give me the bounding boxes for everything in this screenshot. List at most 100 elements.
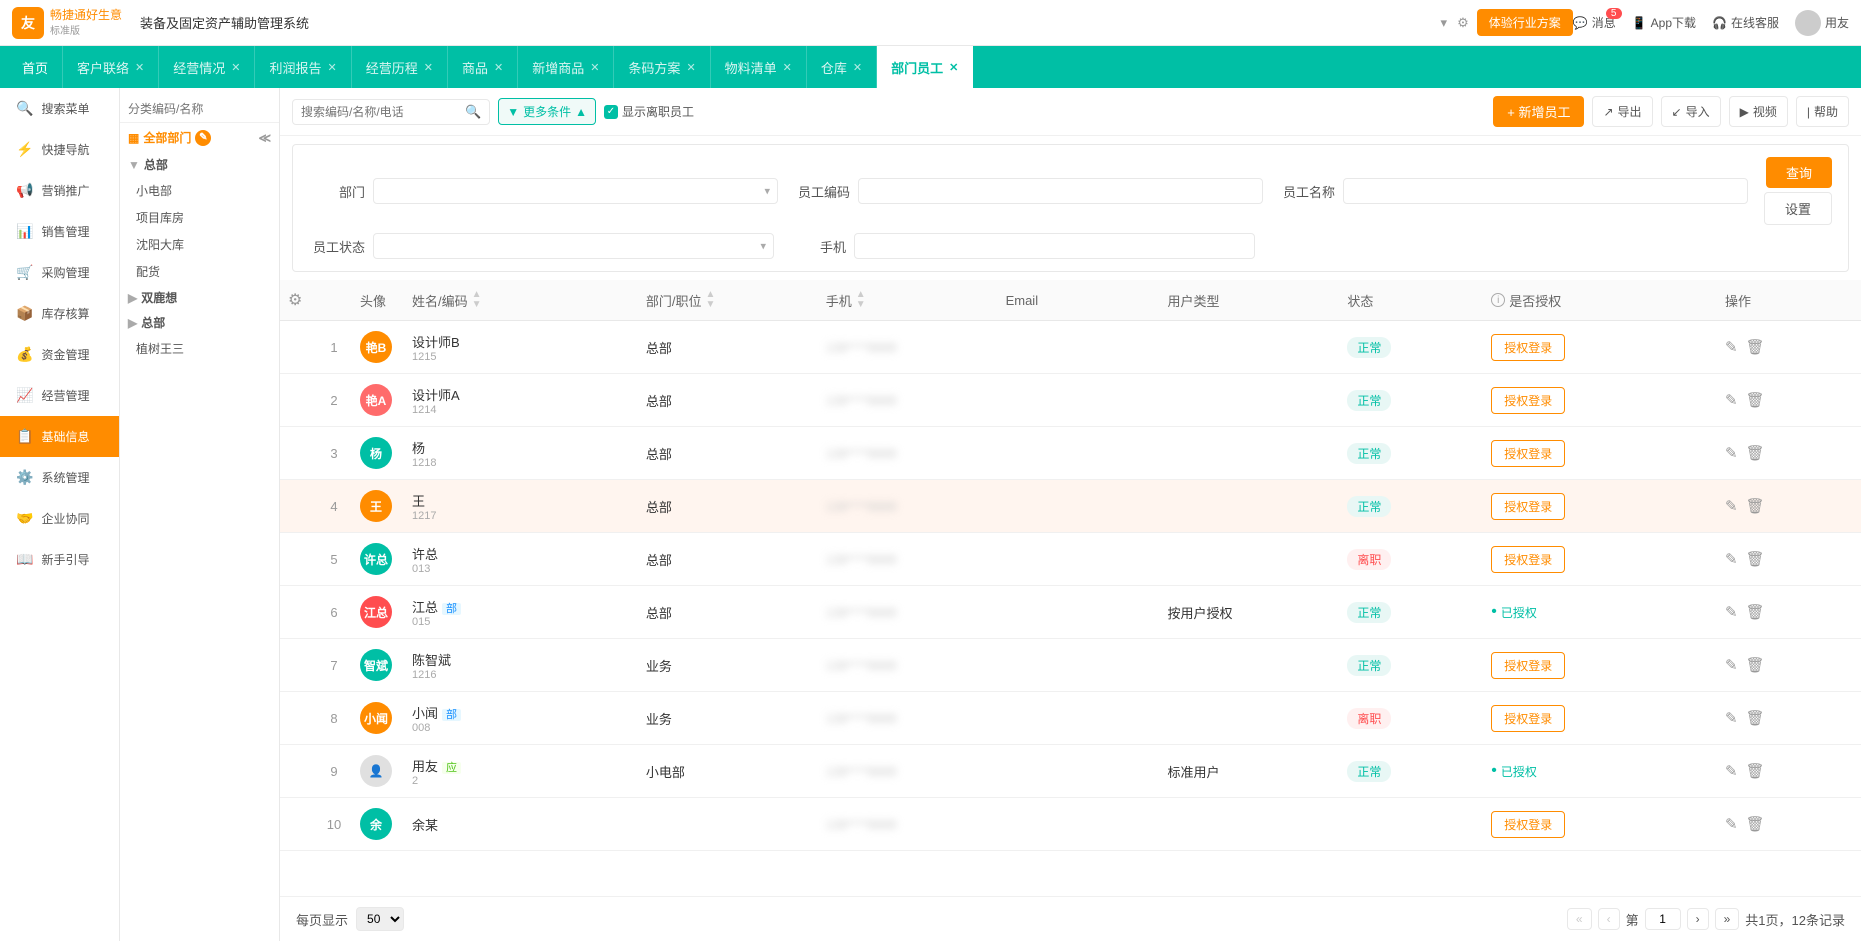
auth-login-button[interactable]: 授权登录 — [1491, 652, 1565, 679]
delete-icon[interactable]: 🗑 — [1746, 656, 1765, 674]
sidebar-item-inventory[interactable]: 📦 库存核算 — [0, 293, 119, 334]
edit-icon[interactable]: ✎ — [1725, 391, 1738, 409]
dept-section-zongbu[interactable]: ▼ 总部 — [120, 152, 279, 177]
export-button[interactable]: ↗ 导出 — [1592, 96, 1652, 127]
close-icon[interactable]: ✕ — [424, 61, 433, 74]
trial-button[interactable]: 体验行业方案 — [1477, 9, 1573, 36]
tab-operation[interactable]: 经营情况 ✕ — [159, 46, 255, 88]
delete-icon[interactable]: 🗑 — [1746, 550, 1765, 568]
delete-icon[interactable]: 🗑 — [1746, 709, 1765, 727]
delete-icon[interactable]: 🗑 — [1746, 338, 1765, 356]
sidebar-item-business[interactable]: 📈 经营管理 — [0, 375, 119, 416]
dept-item-shenyangdaku[interactable]: 沈阳大库 — [120, 231, 279, 258]
view-button[interactable]: ▶ 视频 — [1729, 96, 1788, 127]
dept-section-shuangluxiang[interactable]: ▶ 双鹿想 — [120, 285, 279, 310]
app-download-btn[interactable]: 📱 App下载 — [1632, 14, 1696, 31]
auth-login-button[interactable]: 授权登录 — [1491, 440, 1565, 467]
dept-settings-icon[interactable]: ✎ — [195, 130, 211, 146]
message-btn[interactable]: 💬 消息 5 — [1573, 14, 1616, 31]
tab-home[interactable]: 首页 — [8, 46, 63, 88]
tab-bom[interactable]: 物料清单 ✕ — [711, 46, 807, 88]
edit-icon[interactable]: ✎ — [1725, 550, 1738, 568]
column-settings-icon[interactable]: ⚙ — [288, 292, 302, 309]
sidebar-item-marketing[interactable]: 📢 营销推广 — [0, 170, 119, 211]
emp-code-input[interactable] — [858, 178, 1263, 204]
sort-phone[interactable]: 手机 ▲▼ — [826, 290, 990, 310]
phone-input[interactable] — [854, 233, 1255, 259]
dept-all-header[interactable]: ▦ 全部部门 ✎ ≪ — [120, 123, 279, 152]
first-page-btn[interactable]: « — [1567, 908, 1592, 930]
sidebar-item-sales[interactable]: 📊 销售管理 — [0, 211, 119, 252]
tab-department[interactable]: 部门员工 ✕ — [877, 46, 973, 88]
dept-item-xiangmukufang[interactable]: 项目库房 — [120, 204, 279, 231]
sidebar-item-search[interactable]: 🔍 搜索菜单 — [0, 88, 119, 129]
add-employee-button[interactable]: + 新增员工 — [1493, 96, 1584, 127]
emp-name-input[interactable] — [1343, 178, 1748, 204]
prev-page-btn[interactable]: ‹ — [1598, 908, 1620, 930]
delete-icon[interactable]: 🗑 — [1746, 815, 1765, 833]
info-icon[interactable]: i — [1491, 293, 1505, 307]
user-area[interactable]: 用友 — [1795, 10, 1849, 36]
close-icon[interactable]: ✕ — [231, 61, 240, 74]
edit-icon[interactable]: ✎ — [1725, 497, 1738, 515]
tab-barcode[interactable]: 条码方案 ✕ — [614, 46, 710, 88]
close-icon[interactable]: ✕ — [686, 61, 695, 74]
dept-item-zhishu[interactable]: 植树王三 — [120, 335, 279, 362]
last-page-btn[interactable]: » — [1715, 908, 1740, 930]
dept-section-zongbu2[interactable]: ▶ 总部 — [120, 310, 279, 335]
tab-customer[interactable]: 客户联络 ✕ — [63, 46, 159, 88]
tab-profit[interactable]: 利润报告 ✕ — [255, 46, 351, 88]
auth-login-button[interactable]: 授权登录 — [1491, 705, 1565, 732]
show-resigned-toggle[interactable]: ✓ 显示离职员工 — [604, 103, 694, 120]
system-dropdown-icon[interactable]: ▾ — [1439, 13, 1450, 33]
edit-icon[interactable]: ✎ — [1725, 603, 1738, 621]
dept-item-xiaodianbu[interactable]: 小电部 — [120, 177, 279, 204]
close-icon[interactable]: ✕ — [135, 61, 144, 74]
dept-item-peihuo[interactable]: 配货 — [120, 258, 279, 285]
tab-goods[interactable]: 商品 ✕ — [448, 46, 518, 88]
tab-warehouse[interactable]: 仓库 ✕ — [807, 46, 877, 88]
auth-login-button[interactable]: 授权登录 — [1491, 493, 1565, 520]
sort-name[interactable]: 姓名/编码 ▲▼ — [412, 290, 630, 310]
delete-icon[interactable]: 🗑 — [1746, 762, 1765, 780]
search-input[interactable] — [301, 105, 461, 119]
close-icon[interactable]: ✕ — [853, 61, 862, 74]
settings-icon[interactable]: ⚙ — [1453, 11, 1473, 35]
delete-icon[interactable]: 🗑 — [1746, 391, 1765, 409]
edit-icon[interactable]: ✎ — [1725, 709, 1738, 727]
sidebar-item-basic-info[interactable]: 📋 基础信息 — [0, 416, 119, 457]
search-button[interactable]: 查询 — [1766, 157, 1832, 188]
auth-login-button[interactable]: 授权登录 — [1491, 811, 1565, 838]
edit-icon[interactable]: ✎ — [1725, 815, 1738, 833]
auth-login-button[interactable]: 授权登录 — [1491, 334, 1565, 361]
edit-icon[interactable]: ✎ — [1725, 444, 1738, 462]
dept-search-input[interactable] — [128, 102, 280, 116]
sidebar-item-quick-nav[interactable]: ⚡ 快捷导航 — [0, 129, 119, 170]
sidebar-item-purchase[interactable]: 🛒 采购管理 — [0, 252, 119, 293]
page-number-input[interactable] — [1645, 908, 1681, 930]
help-button[interactable]: | 帮助 — [1796, 96, 1849, 127]
close-icon[interactable]: ✕ — [949, 61, 958, 74]
status-select[interactable] — [373, 233, 774, 259]
per-page-select[interactable]: 50 — [356, 907, 404, 931]
delete-icon[interactable]: 🗑 — [1746, 603, 1765, 621]
edit-icon[interactable]: ✎ — [1725, 656, 1738, 674]
edit-icon[interactable]: ✎ — [1725, 762, 1738, 780]
close-icon[interactable]: ✕ — [590, 61, 599, 74]
dept-select[interactable] — [373, 178, 778, 204]
close-icon[interactable]: ✕ — [783, 61, 792, 74]
auth-login-button[interactable]: 授权登录 — [1491, 546, 1565, 573]
delete-icon[interactable]: 🗑 — [1746, 444, 1765, 462]
close-icon[interactable]: ✕ — [494, 61, 503, 74]
next-page-btn[interactable]: › — [1687, 908, 1709, 930]
tab-journey[interactable]: 经营历程 ✕ — [352, 46, 448, 88]
auth-login-button[interactable]: 授权登录 — [1491, 387, 1565, 414]
sidebar-item-collab[interactable]: 🤝 企业协同 — [0, 498, 119, 539]
settings-button[interactable]: 设置 — [1764, 192, 1832, 225]
tab-add-goods[interactable]: 新增商品 ✕ — [518, 46, 614, 88]
sidebar-item-finance[interactable]: 💰 资金管理 — [0, 334, 119, 375]
online-service-btn[interactable]: 🎧 在线客服 — [1712, 14, 1779, 31]
sort-dept[interactable]: 部门/职位 ▲▼ — [646, 290, 810, 310]
import-button[interactable]: ↙ 导入 — [1661, 96, 1721, 127]
close-icon[interactable]: ✕ — [328, 61, 337, 74]
